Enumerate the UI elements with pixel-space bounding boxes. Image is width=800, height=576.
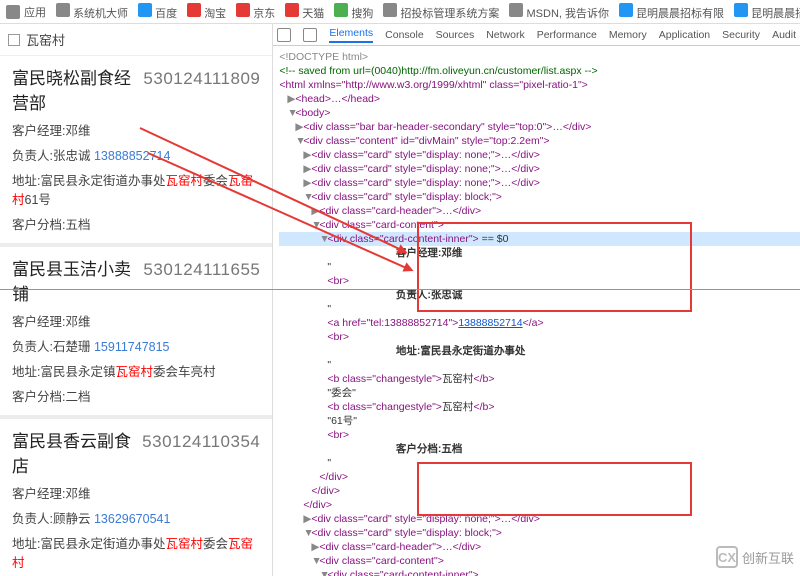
bookmark-item[interactable]: 百度 bbox=[138, 3, 177, 21]
bookmark-item[interactable]: 搜狗 bbox=[334, 3, 373, 21]
checkbox-icon[interactable] bbox=[8, 34, 20, 46]
customer-card[interactable]: 富民晓松副食经营部530124111809 客户经理:邓维 负责人:张忠诚 13… bbox=[0, 56, 272, 243]
tab-performance[interactable]: Performance bbox=[537, 29, 597, 41]
bookmark-item[interactable]: 天猫 bbox=[285, 3, 324, 21]
inspect-icon[interactable] bbox=[277, 28, 291, 42]
tab-security[interactable]: Security bbox=[722, 29, 760, 41]
tab-application[interactable]: Application bbox=[659, 29, 710, 41]
logo-icon: CX bbox=[716, 546, 738, 568]
device-icon[interactable] bbox=[303, 28, 317, 42]
card-code: 530124111809 bbox=[143, 69, 260, 89]
tab-network[interactable]: Network bbox=[486, 29, 525, 41]
bookmark-item[interactable]: 昆明晨晨招标有限 bbox=[734, 3, 800, 21]
card-list: 富民晓松副食经营部530124111809 客户经理:邓维 负责人:张忠诚 13… bbox=[0, 56, 272, 576]
customer-card[interactable]: 富民县玉洁小卖铺530124111655 客户经理:邓维 负责人:石楚珊 159… bbox=[0, 243, 272, 415]
search-bar[interactable]: 瓦窑村 bbox=[0, 24, 272, 56]
phone-link[interactable]: 13629670541 bbox=[94, 512, 170, 526]
apps-button[interactable]: 应用 bbox=[6, 4, 46, 20]
devtools-tabs: Elements Console Sources Network Perform… bbox=[273, 24, 800, 46]
devtools-panel: Elements Console Sources Network Perform… bbox=[273, 24, 800, 576]
app-panel: 瓦窑村 富民晓松副食经营部530124111809 客户经理:邓维 负责人:张忠… bbox=[0, 24, 273, 576]
search-term: 瓦窑村 bbox=[26, 30, 65, 49]
customer-card[interactable]: 富民县香云副食店530124110354 客户经理:邓维 负责人:顾静云 136… bbox=[0, 415, 272, 576]
bookmark-item[interactable]: 京东 bbox=[236, 3, 275, 21]
card-title: 富民晓松副食经营部 bbox=[12, 64, 143, 114]
bookmark-item[interactable]: 昆明晨晨招标有限 bbox=[619, 3, 724, 21]
bookmark-item[interactable]: MSDN, 我告诉你 bbox=[509, 3, 609, 21]
tab-console[interactable]: Console bbox=[385, 29, 424, 41]
phone-link[interactable]: 13888852714 bbox=[94, 149, 170, 163]
elements-tree[interactable]: <!DOCTYPE html> <!-- saved from url=(004… bbox=[273, 46, 800, 576]
tab-memory[interactable]: Memory bbox=[609, 29, 647, 41]
tab-sources[interactable]: Sources bbox=[436, 29, 475, 41]
tab-elements[interactable]: Elements bbox=[329, 27, 373, 43]
tab-audits[interactable]: Audit bbox=[772, 29, 796, 41]
bookmark-bar: 应用 系统机大师 百度 淘宝 京东 天猫 搜狗 招投标管理系统方案 MSDN, … bbox=[0, 0, 800, 24]
watermark: CX 创新互联 bbox=[716, 546, 794, 568]
phone-link[interactable]: 15911747815 bbox=[94, 340, 170, 354]
bookmark-item[interactable]: 淘宝 bbox=[187, 3, 226, 21]
annotation-line bbox=[0, 289, 800, 290]
bookmark-item[interactable]: 招投标管理系统方案 bbox=[383, 3, 499, 21]
bookmark-item[interactable]: 系统机大师 bbox=[56, 3, 128, 21]
